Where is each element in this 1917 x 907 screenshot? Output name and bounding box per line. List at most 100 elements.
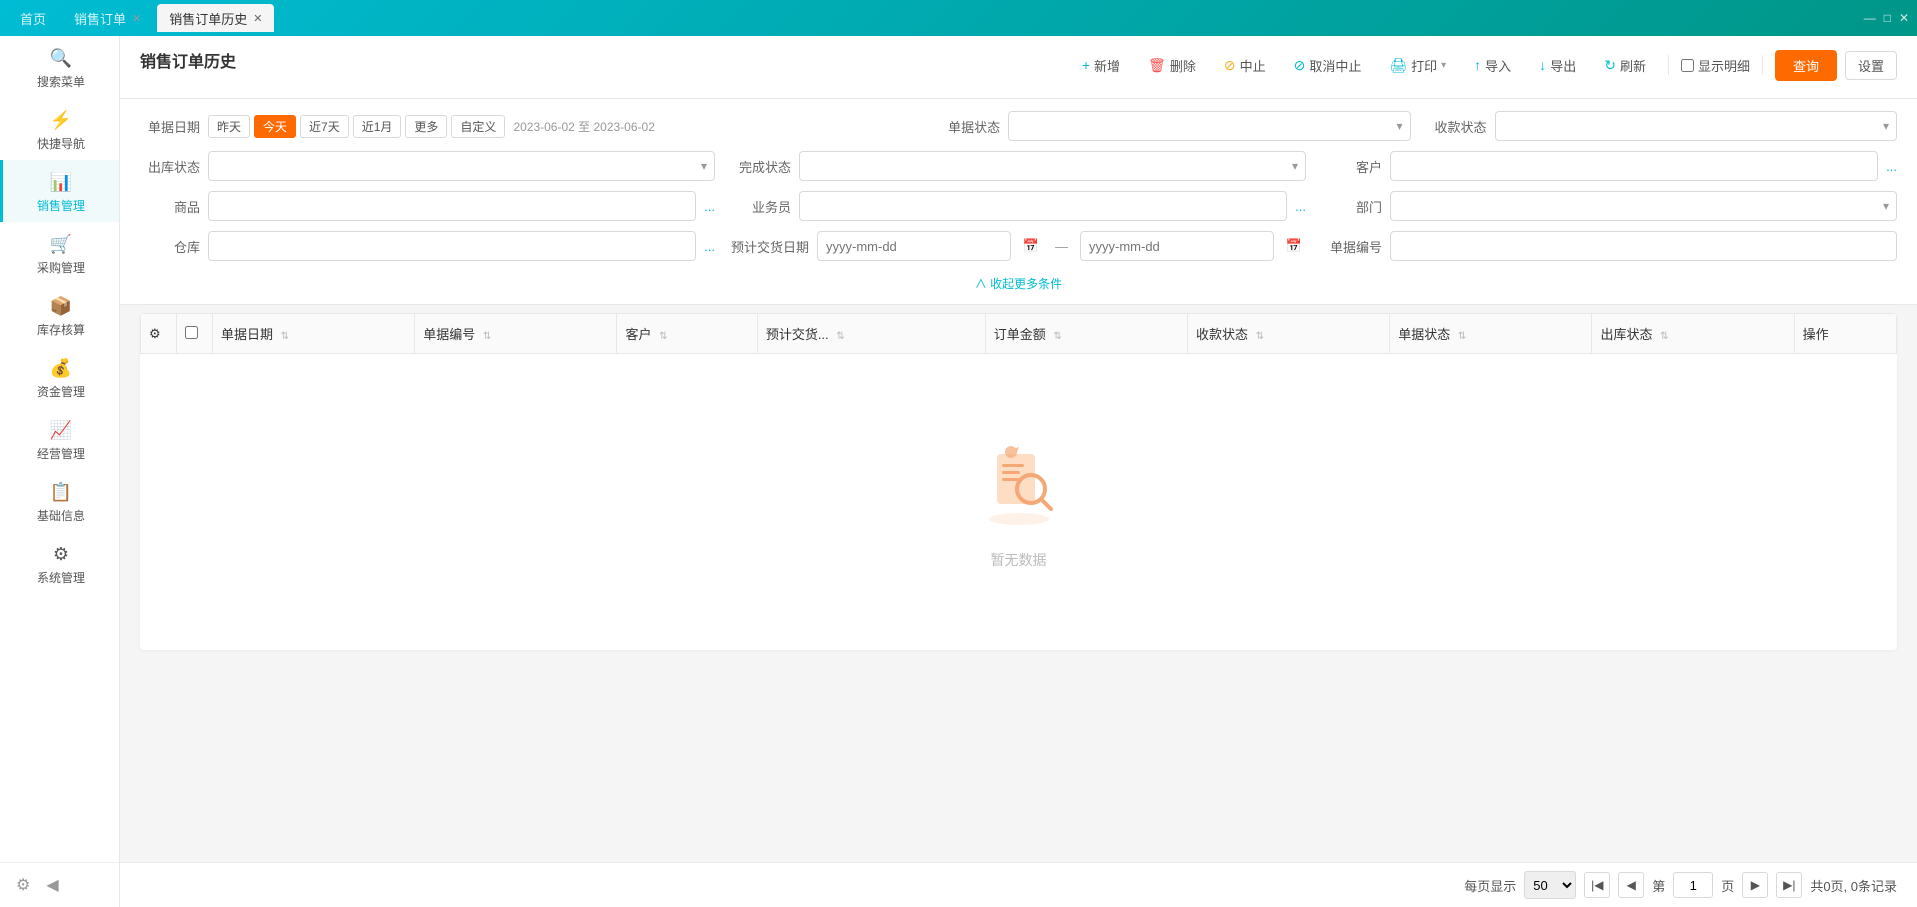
th-order-status-sort-icon: ⇅ — [1458, 331, 1466, 342]
tab-sales-order[interactable]: 销售订单 ✕ — [62, 4, 153, 32]
th-date-label: 单据日期 — [221, 327, 273, 342]
complete-label: 完成状态 — [731, 157, 791, 176]
prev-page-button[interactable]: ◀ — [1618, 872, 1644, 898]
customer-ellipsis[interactable]: ... — [1886, 159, 1897, 174]
calendar-to-icon[interactable]: 📅 — [1286, 238, 1302, 254]
tab-sales-order-history-close[interactable]: ✕ — [253, 12, 262, 25]
customer-input[interactable] — [1390, 151, 1878, 181]
th-outbound-status[interactable]: 出库状态 ⇅ — [1592, 314, 1794, 354]
th-checkbox[interactable] — [177, 314, 213, 354]
filter-goods: 商品 ... — [140, 191, 715, 221]
filter-date: 单据日期 昨天 今天 近7天 近1月 更多 自定义 2023-06-02 至 2… — [140, 115, 924, 138]
outbound-select-wrapper — [208, 151, 715, 181]
export-button[interactable]: ↓ 导出 — [1529, 52, 1586, 79]
receipt-status-select[interactable] — [1495, 111, 1897, 141]
th-settings[interactable]: ⚙ — [141, 314, 177, 354]
th-customer[interactable]: 客户 ⇅ — [617, 314, 757, 354]
filter-department: 部门 — [1322, 191, 1897, 221]
date-btn-1month[interactable]: 近1月 — [353, 115, 402, 138]
sidebar-item-sales[interactable]: 📊 销售管理 — [0, 160, 119, 222]
date-btn-custom[interactable]: 自定义 — [451, 115, 505, 138]
page-number-input[interactable] — [1673, 872, 1713, 898]
tab-sales-order-history[interactable]: 销售订单历史 ✕ — [157, 4, 274, 32]
date-btn-7days[interactable]: 近7天 — [300, 115, 349, 138]
filter-complete: 完成状态 — [731, 151, 1306, 181]
order-no-input[interactable] — [1390, 231, 1897, 261]
tab-sales-order-close[interactable]: ✕ — [132, 12, 141, 25]
delivery-from-input[interactable] — [817, 231, 1011, 261]
department-select[interactable] — [1390, 191, 1897, 221]
tab-home[interactable]: 首页 — [8, 4, 58, 32]
warehouse-ellipsis[interactable]: ... — [704, 239, 715, 254]
goods-ellipsis[interactable]: ... — [704, 199, 715, 214]
salesperson-ellipsis[interactable]: ... — [1295, 199, 1306, 214]
delivery-to-input[interactable] — [1080, 231, 1274, 261]
sidebar-item-basic-info-label: 基础信息 — [37, 507, 85, 524]
date-range-text: 2023-06-02 至 2023-06-02 — [513, 118, 654, 135]
empty-illustration — [969, 434, 1069, 534]
page-size-select[interactable]: 20 50 100 200 — [1524, 871, 1576, 899]
close-window-icon[interactable]: ✕ — [1899, 11, 1909, 25]
cancel-stop-button[interactable]: ⊘ 取消中止 — [1284, 52, 1372, 79]
th-date[interactable]: 单据日期 ⇅ — [213, 314, 415, 354]
sidebar-item-search[interactable]: 🔍 搜索菜单 — [0, 36, 119, 98]
minimize-icon[interactable]: — — [1864, 11, 1876, 25]
select-all-checkbox[interactable] — [185, 326, 198, 339]
goods-label: 商品 — [140, 197, 200, 216]
outbound-select[interactable] — [208, 151, 715, 181]
sidebar-item-basic-info[interactable]: 📋 基础信息 — [0, 470, 119, 532]
refresh-button[interactable]: ↻ 刷新 — [1594, 52, 1656, 79]
sidebar-item-system-label: 系统管理 — [37, 569, 85, 586]
last-page-button[interactable]: ▶| — [1776, 872, 1802, 898]
calendar-from-icon[interactable]: 📅 — [1023, 238, 1039, 254]
query-button[interactable]: 查询 — [1775, 50, 1837, 81]
date-btn-yesterday[interactable]: 昨天 — [208, 115, 250, 138]
receipt-status-label: 收款状态 — [1427, 117, 1487, 136]
print-button[interactable]: 🖨 打印 ▾ — [1379, 52, 1456, 79]
th-order-no[interactable]: 单据编号 ⇅ — [415, 314, 617, 354]
th-order-status[interactable]: 单据状态 ⇅ — [1390, 314, 1592, 354]
th-receipt-status[interactable]: 收款状态 ⇅ — [1188, 314, 1390, 354]
next-page-button[interactable]: ▶ — [1742, 872, 1768, 898]
sidebar-item-operations[interactable]: 📈 经营管理 — [0, 408, 119, 470]
salesperson-input[interactable] — [799, 191, 1287, 221]
warehouse-input[interactable] — [208, 231, 696, 261]
set-button[interactable]: 设置 — [1845, 51, 1897, 80]
th-delivery[interactable]: 预计交货... ⇅ — [757, 314, 985, 354]
th-amount[interactable]: 订单金额 ⇅ — [985, 314, 1187, 354]
stop-button[interactable]: ⊘ 中止 — [1214, 52, 1276, 79]
sidebar-item-inventory[interactable]: 📦 库存核算 — [0, 284, 119, 346]
collapse-button[interactable]: ∧ 收起更多条件 — [975, 275, 1062, 292]
th-operations-label: 操作 — [1803, 327, 1829, 342]
settings-bottom-icon[interactable]: ⚙ — [16, 875, 30, 895]
display-detail-toggle[interactable]: 显示明细 — [1681, 56, 1750, 75]
date-btn-today[interactable]: 今天 — [254, 115, 296, 138]
maximize-icon[interactable]: □ — [1884, 11, 1891, 25]
complete-select[interactable] — [799, 151, 1306, 181]
department-select-wrapper — [1390, 191, 1897, 221]
sidebar-item-purchase[interactable]: 🛒 采购管理 — [0, 222, 119, 284]
sidebar-item-finance-label: 资金管理 — [37, 383, 85, 400]
import-button[interactable]: ↑ 导入 — [1464, 52, 1521, 79]
empty-text: 暂无数据 — [991, 550, 1047, 570]
display-detail-checkbox[interactable] — [1681, 59, 1694, 72]
filter-row-4: 仓库 ... 预计交货日期 📅 — 📅 单据编号 — [140, 231, 1897, 261]
table-area: ⚙ 单据日期 ⇅ 单据编号 ⇅ — [120, 305, 1917, 862]
first-page-button[interactable]: |◀ — [1584, 872, 1610, 898]
delete-button[interactable]: 🗑 删除 — [1138, 52, 1206, 79]
order-status-select[interactable] — [1008, 111, 1410, 141]
date-btn-more[interactable]: 更多 — [405, 115, 447, 138]
date-separator: — — [1055, 239, 1068, 254]
complete-select-wrapper — [799, 151, 1306, 181]
import-label: 导入 — [1485, 56, 1511, 75]
goods-input[interactable] — [208, 191, 696, 221]
collapse-sidebar-icon[interactable]: ◀ — [46, 875, 58, 895]
toolbar: + 新增 🗑 删除 ⊘ 中止 ⊘ 取消中止 — [1072, 50, 1897, 81]
sidebar-item-operations-label: 经营管理 — [37, 445, 85, 462]
delivery-date-label: 预计交货日期 — [731, 237, 809, 256]
sidebar-item-finance[interactable]: 💰 资金管理 — [0, 346, 119, 408]
new-button[interactable]: + 新增 — [1072, 52, 1130, 79]
sidebar-item-system[interactable]: ⚙ 系统管理 — [0, 532, 119, 594]
sidebar-item-quicknav[interactable]: ⚡ 快捷导航 — [0, 98, 119, 160]
table-settings-icon[interactable]: ⚙ — [149, 326, 161, 341]
